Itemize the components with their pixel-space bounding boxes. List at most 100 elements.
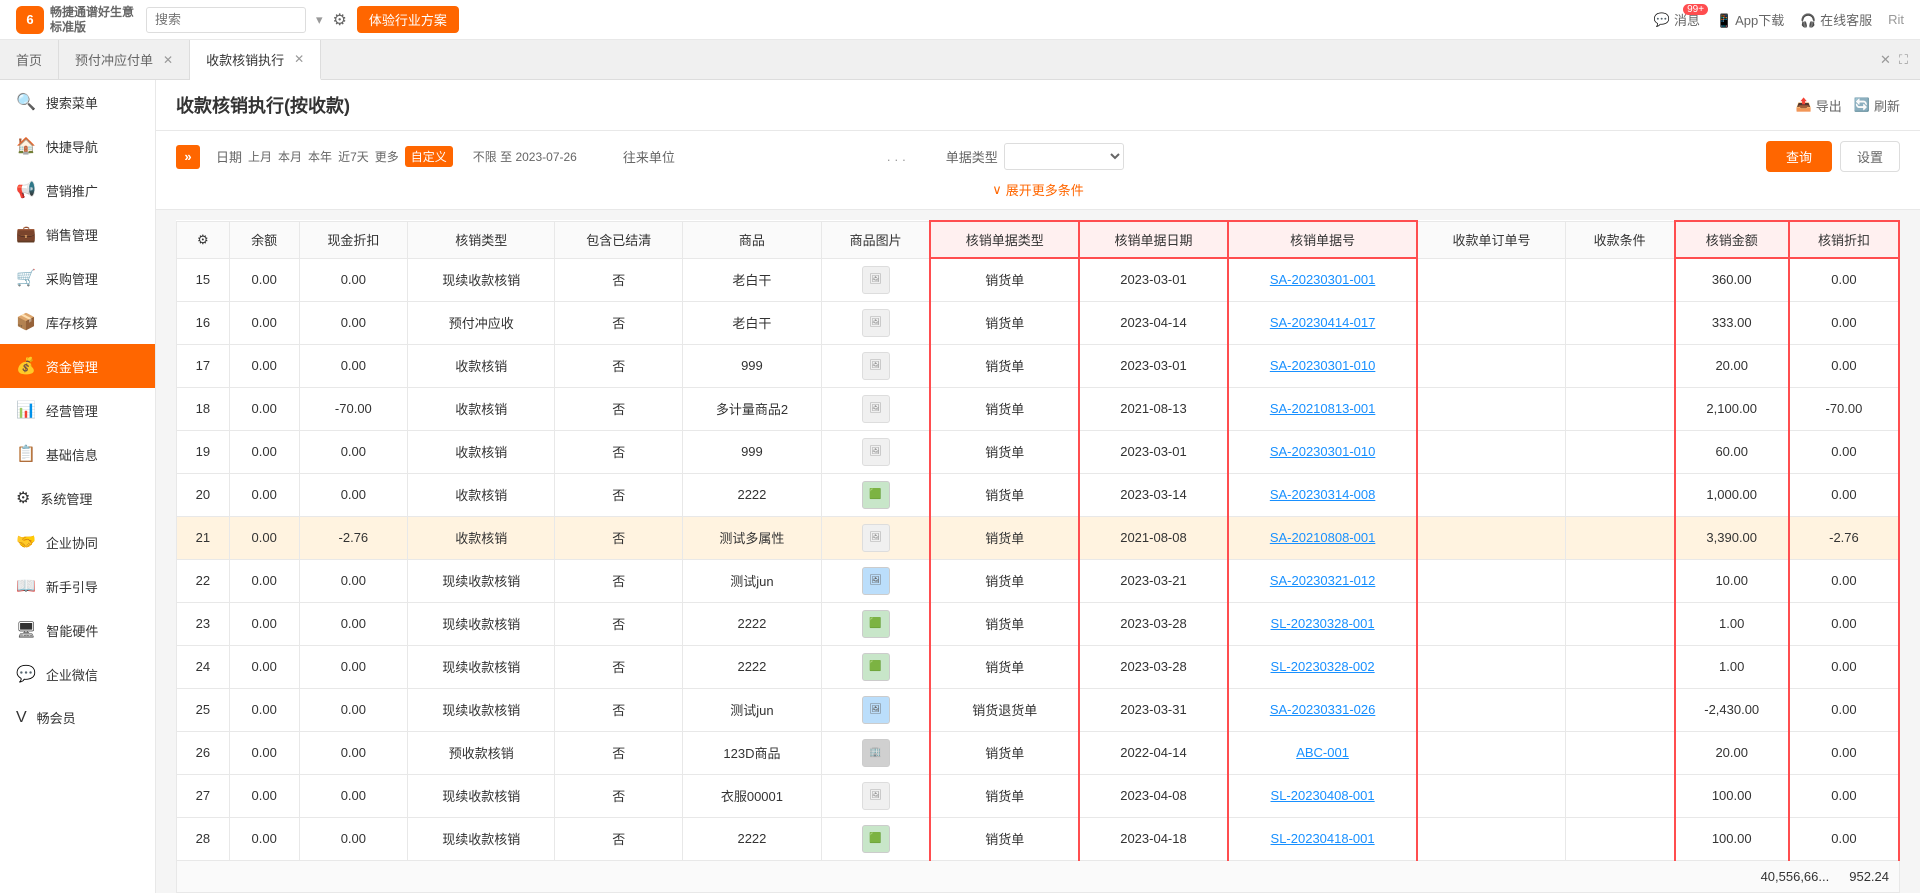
- date-btn-more[interactable]: 更多: [375, 148, 399, 165]
- sidebar-item-search[interactable]: 🔍 搜索菜单: [0, 80, 155, 124]
- row-bill-no[interactable]: SL-20230418-001: [1228, 817, 1418, 860]
- app-download-button[interactable]: 📱 App下载: [1716, 10, 1784, 29]
- tab-prepay[interactable]: 预付冲应付单 ✕: [59, 40, 190, 79]
- row-writeoff-discount: 0.00: [1789, 301, 1899, 344]
- export-button[interactable]: 📤 导出: [1796, 96, 1842, 115]
- sidebar-item-guide[interactable]: 📖 新手引导: [0, 564, 155, 608]
- sidebar-item-basic[interactable]: 📋 基础信息: [0, 432, 155, 476]
- refresh-icon: 🔄: [1854, 97, 1870, 113]
- row-bill-type: 销货单: [930, 516, 1079, 559]
- col-receipt-condition-header: 收款条件: [1565, 221, 1674, 258]
- gear-icon[interactable]: ⚙: [333, 10, 347, 30]
- close-tab-icon[interactable]: ✕: [1880, 52, 1891, 68]
- date-btn-this-year[interactable]: 本年: [308, 148, 332, 165]
- date-btn-this-month[interactable]: 本月: [278, 148, 302, 165]
- sidebar-item-system[interactable]: ⚙ 系统管理: [0, 476, 155, 520]
- page-actions: 📤 导出 🔄 刷新: [1796, 96, 1900, 115]
- row-bill-no[interactable]: SA-20230301-001: [1228, 258, 1418, 301]
- row-bill-no[interactable]: SA-20230314-008: [1228, 473, 1418, 516]
- sidebar-item-corp[interactable]: 🤝 企业协同: [0, 520, 155, 564]
- row-id: 17: [177, 344, 230, 387]
- table-container[interactable]: ⚙ 余额 现金折扣 核销类型 包含已结清 商品 商品图片 核销单据类型 核销单据…: [156, 210, 1920, 893]
- bill-type-label: 单据类型: [946, 147, 998, 166]
- filter-toggle-button[interactable]: »: [176, 145, 200, 169]
- sidebar: 🔍 搜索菜单 🏠 快捷导航 📢 营销推广 💼 销售管理 🛒 采购管理 📦 库存核…: [0, 80, 156, 893]
- row-bill-no[interactable]: SL-20230328-002: [1228, 645, 1418, 688]
- sidebar-item-basic-label: 基础信息: [46, 445, 98, 464]
- sidebar-item-operations[interactable]: 📊 经营管理: [0, 388, 155, 432]
- row-bill-no[interactable]: SL-20230328-001: [1228, 602, 1418, 645]
- sidebar-item-purchase[interactable]: 🛒 采购管理: [0, 256, 155, 300]
- refresh-button[interactable]: 🔄 刷新: [1854, 96, 1900, 115]
- col-include-settled-header: 包含已结清: [555, 221, 683, 258]
- row-receipt-condition: [1565, 817, 1674, 860]
- row-bill-no[interactable]: SA-20210808-001: [1228, 516, 1418, 559]
- sidebar-item-sales[interactable]: 💼 销售管理: [0, 212, 155, 256]
- row-bill-no[interactable]: SA-20230331-026: [1228, 688, 1418, 731]
- col-receipt-order-header: 收款单订单号: [1417, 221, 1565, 258]
- search-input[interactable]: [146, 7, 306, 33]
- row-bill-no[interactable]: ABC-001: [1228, 731, 1418, 774]
- row-product-img: 🖼: [821, 387, 930, 430]
- export-icon: 📤: [1796, 97, 1812, 113]
- row-bill-no[interactable]: SA-20210813-001: [1228, 387, 1418, 430]
- expand-conditions-button[interactable]: ∨ 展开更多条件: [992, 180, 1084, 199]
- row-bill-type: 销货单: [930, 731, 1079, 774]
- chevron-down-small-icon: ∨: [992, 182, 1002, 198]
- user-menu[interactable]: Rit: [1888, 12, 1904, 27]
- query-button[interactable]: 查询: [1766, 141, 1832, 172]
- row-id: 26: [177, 731, 230, 774]
- date-btn-custom[interactable]: 自定义: [405, 146, 453, 167]
- sidebar-item-smart-label: 智能硬件: [46, 621, 98, 640]
- row-product: 测试多属性: [683, 516, 822, 559]
- row-bill-no[interactable]: SA-20230321-012: [1228, 559, 1418, 602]
- sidebar-item-corp-label: 企业协同: [46, 533, 98, 552]
- row-writeoff-amount: 360.00: [1675, 258, 1789, 301]
- industry-solution-button[interactable]: 体验行业方案: [357, 6, 459, 33]
- tab-home[interactable]: 首页: [0, 40, 59, 79]
- bill-type-select[interactable]: [1004, 143, 1124, 170]
- row-bill-no[interactable]: SL-20230408-001: [1228, 774, 1418, 817]
- sidebar-item-finance[interactable]: 💰 资金管理: [0, 344, 155, 388]
- row-writeoff-discount: -2.76: [1789, 516, 1899, 559]
- row-receipt-order-no: [1417, 645, 1565, 688]
- tab-receipt-close-icon[interactable]: ✕: [294, 52, 304, 66]
- row-bill-no[interactable]: SA-20230414-017: [1228, 301, 1418, 344]
- row-product: 2222: [683, 602, 822, 645]
- row-receipt-condition: [1565, 301, 1674, 344]
- message-button[interactable]: 💬 消息 99+: [1654, 10, 1700, 29]
- row-include-settled: 否: [555, 387, 683, 430]
- row-balance: 0.00: [229, 258, 299, 301]
- sidebar-item-marketing[interactable]: 📢 营销推广: [0, 168, 155, 212]
- sidebar-item-smart[interactable]: 🖥 智能硬件: [0, 608, 155, 652]
- tab-receipt-label: 收款核销执行: [206, 50, 284, 69]
- row-receipt-order-no: [1417, 516, 1565, 559]
- row-balance: 0.00: [229, 301, 299, 344]
- main-layout: 🔍 搜索菜单 🏠 快捷导航 📢 营销推广 💼 销售管理 🛒 采购管理 📦 库存核…: [0, 80, 1920, 893]
- online-service-button[interactable]: 🎧 在线客服: [1800, 10, 1872, 29]
- chevron-down-icon[interactable]: ▾: [316, 12, 323, 28]
- row-writeoff-type: 收款核销: [408, 344, 555, 387]
- date-btn-last-month[interactable]: 上月: [248, 148, 272, 165]
- sidebar-item-wechat[interactable]: 💬 企业微信: [0, 652, 155, 696]
- tab-home-label: 首页: [16, 50, 42, 69]
- row-writeoff-discount: 0.00: [1789, 645, 1899, 688]
- tab-prepay-close-icon[interactable]: ✕: [163, 53, 173, 67]
- row-cash-discount: 0.00: [299, 344, 408, 387]
- tab-receipt[interactable]: 收款核销执行 ✕: [190, 40, 321, 80]
- settings-button[interactable]: 设置: [1840, 141, 1900, 172]
- sidebar-item-member[interactable]: V 畅会员: [0, 696, 155, 739]
- row-include-settled: 否: [555, 473, 683, 516]
- sidebar-item-quicknav[interactable]: 🏠 快捷导航: [0, 124, 155, 168]
- row-bill-type: 销货单: [930, 645, 1079, 688]
- row-bill-no[interactable]: SA-20230301-010: [1228, 430, 1418, 473]
- row-bill-no[interactable]: SA-20230301-010: [1228, 344, 1418, 387]
- counterparty-dots[interactable]: ...: [887, 149, 910, 164]
- row-product-img: 🖼: [821, 258, 930, 301]
- col-settings-header[interactable]: ⚙: [177, 221, 230, 258]
- date-btn-7days[interactable]: 近7天: [338, 148, 369, 165]
- sidebar-item-inventory[interactable]: 📦 库存核算: [0, 300, 155, 344]
- row-receipt-order-no: [1417, 731, 1565, 774]
- expand-window-icon[interactable]: ⛶: [1899, 52, 1908, 68]
- sidebar-item-purchase-label: 采购管理: [46, 269, 98, 288]
